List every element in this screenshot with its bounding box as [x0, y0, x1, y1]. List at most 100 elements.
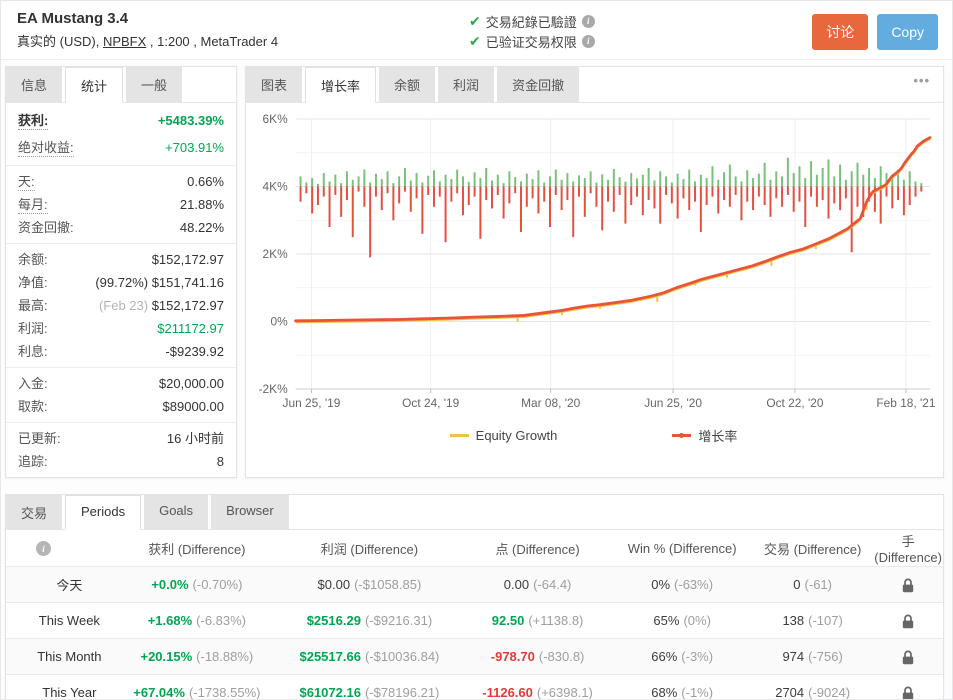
header-actions: 讨论 Copy: [812, 10, 938, 50]
stat-label: 利润:: [18, 317, 48, 340]
stat-label: 入金:: [18, 372, 48, 395]
stat-label: 获利:: [18, 112, 48, 130]
svg-text:Feb 18, '21: Feb 18, '21: [876, 396, 935, 410]
stat-label: 余额:: [18, 248, 48, 271]
account-meta: , 1:200 , MetaTrader 4: [146, 34, 278, 49]
stat-value: (Feb 23) $152,172.97: [99, 294, 224, 317]
account-subtitle: 真实的 (USD), NPBFX , 1:200 , MetaTrader 4: [17, 31, 469, 50]
lock-icon: [902, 686, 914, 700]
stat-value: +5483.39%: [158, 107, 224, 134]
panel-menu-icon[interactable]: •••: [913, 73, 930, 88]
period-value-cell: +20.15%(-18.88%): [118, 639, 276, 675]
svg-text:2K%: 2K%: [263, 247, 288, 261]
stat-row: 资金回撤:48.22%: [18, 216, 224, 239]
growth-chart-canvas[interactable]: 6K%4K%2K%0%-2K%Jun 25, '19Oct 24, '19Mar…: [248, 105, 939, 417]
chart-tab-2[interactable]: 余额: [379, 67, 435, 102]
stat-value: 0.66%: [187, 170, 224, 193]
stat-value: $211172.97: [157, 317, 224, 340]
stat-row: 入金: $20,000.00: [18, 372, 224, 395]
main-row: 信息统计一般 获利:+5483.39%绝对收益:+703.91%天:0.66%每…: [1, 60, 952, 478]
svg-text:-2K%: -2K%: [259, 382, 288, 396]
chart-tab-1[interactable]: 增长率: [305, 67, 376, 103]
stat-value: 21.88%: [180, 193, 224, 216]
discuss-button[interactable]: 讨论: [812, 14, 868, 50]
sidebar-tab-1[interactable]: 统计: [65, 67, 123, 103]
info-icon[interactable]: i: [582, 35, 595, 48]
info-icon[interactable]: i: [582, 15, 595, 28]
periods-tabs: 交易PeriodsGoalsBrowser: [6, 495, 943, 530]
badge-label: 交易紀錄已驗證: [486, 12, 577, 31]
periods-row: This Month+20.15%(-18.88%)$25517.66(-$10…: [6, 639, 943, 675]
sidebar-tab-2[interactable]: 一般: [126, 67, 182, 102]
account-title: EA Mustang 3.4: [17, 10, 469, 27]
svg-text:Mar 08, '20: Mar 08, '20: [521, 396, 580, 410]
stat-value: $20,000.00: [159, 372, 224, 395]
lock-icon: [902, 578, 914, 593]
stat-label: 追踪:: [18, 450, 48, 473]
stat-row: 每月: 21.88%: [18, 193, 224, 216]
stat-value: -$9239.92: [165, 340, 224, 363]
period-value-cell: 0(-61): [752, 567, 873, 603]
stat-row: 追踪:8: [18, 450, 224, 473]
period-value-cell: 65%(0%): [612, 603, 752, 639]
badge-label: 已验证交易权限: [486, 32, 577, 51]
periods-row: This Week+1.68%(-6.83%)$2516.29(-$9216.3…: [6, 603, 943, 639]
periods-tab-0[interactable]: 交易: [6, 495, 62, 529]
svg-text:6K%: 6K%: [263, 112, 288, 126]
periods-tab-3[interactable]: Browser: [211, 495, 289, 529]
period-value-cell: $61072.16(-$78196.21): [276, 675, 463, 700]
info-icon[interactable]: i: [36, 541, 51, 556]
chart-tab-4[interactable]: 资金回撤: [497, 67, 579, 102]
svg-text:4K%: 4K%: [263, 179, 288, 193]
account-identity: EA Mustang 3.4 真实的 (USD), NPBFX , 1:200 …: [17, 10, 469, 50]
stat-row: 净值:(99.72%) $151,741.16: [18, 271, 224, 294]
svg-text:Oct 24, '19: Oct 24, '19: [402, 396, 459, 410]
period-value-cell: -978.70(-830.8): [463, 639, 612, 675]
stat-label: 绝对收益:: [18, 139, 74, 157]
svg-text:Jun 25, '19: Jun 25, '19: [283, 396, 341, 410]
periods-tab-1[interactable]: Periods: [65, 495, 141, 530]
chart-body: 6K%4K%2K%0%-2K%Jun 25, '19Oct 24, '19Mar…: [246, 103, 943, 457]
stat-value: 48.22%: [180, 216, 224, 239]
periods-header-row: i获利 (Difference)利润 (Difference)点 (Differ…: [6, 530, 943, 567]
stat-row: 绝对收益:+703.91%: [18, 134, 224, 161]
legend-equity-growth[interactable]: Equity Growth: [450, 426, 558, 445]
locked-value-cell: [873, 567, 943, 603]
stat-label: 每月:: [18, 196, 48, 214]
locked-value-cell: [873, 603, 943, 639]
check-icon: ✔: [469, 34, 481, 48]
chart-tab-3[interactable]: 利润: [438, 67, 494, 102]
periods-tab-2[interactable]: Goals: [144, 495, 208, 529]
period-value-cell: $2516.29(-$9216.31): [276, 603, 463, 639]
period-label: This Year: [6, 675, 118, 700]
period-label: 今天: [6, 567, 118, 603]
stat-label: 取款:: [18, 395, 48, 418]
periods-column-header: 获利 (Difference): [118, 530, 276, 567]
chart-tab-0[interactable]: 图表: [246, 67, 302, 102]
stat-label: 净值:: [18, 271, 48, 294]
stat-row: 余额:$152,172.97: [18, 248, 224, 271]
period-value-cell: 0.00(-64.4): [463, 567, 612, 603]
period-value-cell: 138(-107): [752, 603, 873, 639]
legend-label: Equity Growth: [476, 428, 558, 443]
stat-label: 天:: [18, 173, 35, 191]
period-value-cell: +1.68%(-6.83%): [118, 603, 276, 639]
locked-value-cell: [873, 639, 943, 675]
lock-icon: [902, 614, 914, 629]
stat-row: 最高:(Feb 23) $152,172.97: [18, 294, 224, 317]
verification-badges: ✔ 交易紀錄已驗證 i ✔ 已验证交易权限 i: [469, 11, 595, 51]
stats-list: 获利: +5483.39%绝对收益:+703.91% 天: 0.66% 每月: 21.88…: [6, 103, 236, 477]
period-value-cell: +67.04%(-1738.55%): [118, 675, 276, 700]
sidebar-tab-0[interactable]: 信息: [6, 67, 62, 102]
period-value-cell: 92.50(+1138.8): [463, 603, 612, 639]
legend-growth-rate[interactable]: 增长率: [672, 426, 737, 445]
periods-column-header: Win % (Difference): [612, 530, 752, 567]
lock-icon: [902, 650, 914, 665]
chart-tabs: 图表增长率余额利润资金回撤: [246, 67, 943, 103]
copy-button[interactable]: Copy: [877, 14, 938, 50]
stat-label: 已更新:: [18, 427, 61, 450]
stats-sidebar: 信息统计一般 获利:+5483.39%绝对收益:+703.91%天:0.66%每…: [5, 66, 237, 478]
stat-label: 利息:: [18, 340, 48, 363]
stat-row: 利润: $211172.97: [18, 317, 224, 340]
broker-link[interactable]: NPBFX: [103, 34, 146, 49]
